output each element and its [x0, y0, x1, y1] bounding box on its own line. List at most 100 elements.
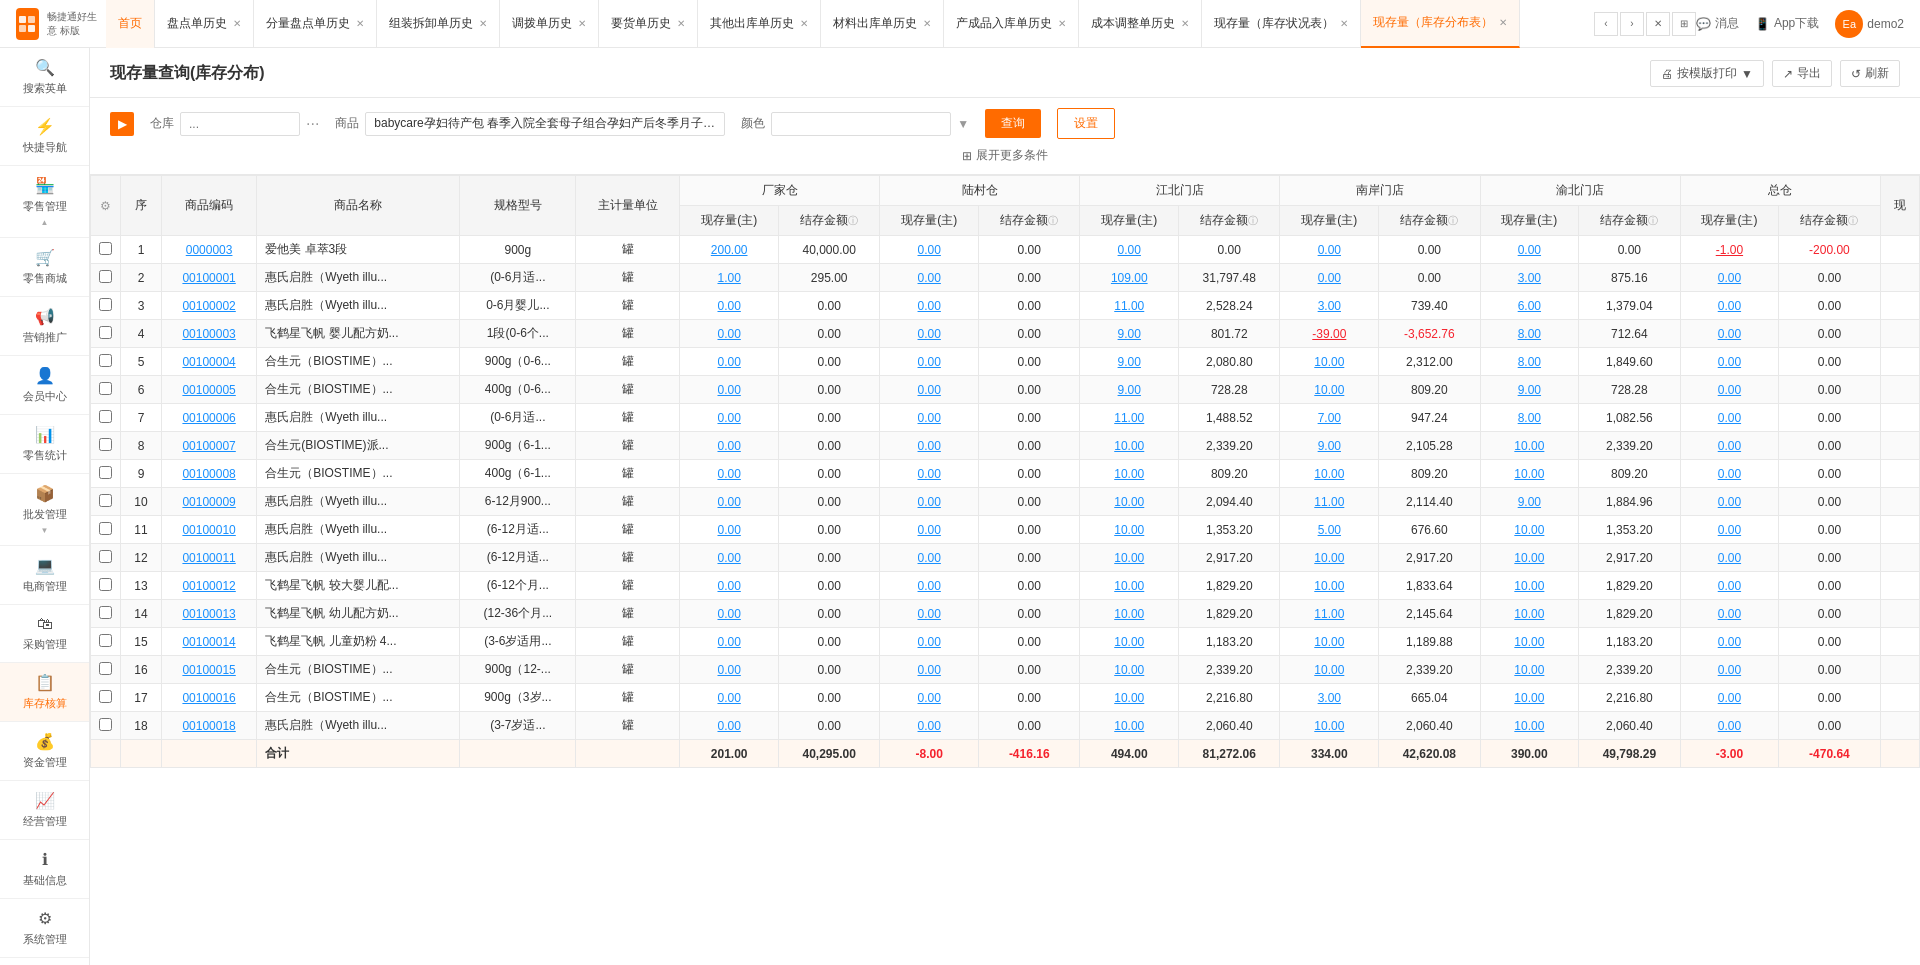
sidebar-item-basic[interactable]: ℹ 基础信息	[0, 840, 89, 899]
refresh-btn[interactable]: ↺ 刷新	[1840, 60, 1900, 87]
cell-checkbox[interactable]	[91, 544, 121, 572]
close-zuchai-icon[interactable]: ✕	[479, 18, 487, 29]
nav-next-btn[interactable]: ›	[1620, 12, 1644, 36]
cell-yubei-amt: 1,379.04	[1579, 292, 1680, 320]
app-download-btn[interactable]: 📱 App下载	[1755, 15, 1819, 32]
export-btn[interactable]: ↗ 导出	[1772, 60, 1832, 87]
warehouse-more-icon[interactable]: ···	[306, 115, 319, 133]
print-btn[interactable]: 🖨 按模版打印 ▼	[1650, 60, 1764, 87]
tab-fenpandian[interactable]: 分量盘点单历史 ✕	[254, 0, 377, 48]
cell-checkbox[interactable]	[91, 600, 121, 628]
sidebar-item-quicknav[interactable]: ⚡ 快捷导航	[0, 107, 89, 166]
color-input[interactable]	[771, 112, 951, 136]
close-diaobo-icon[interactable]: ✕	[578, 18, 586, 29]
tab-cailiao[interactable]: 材料出库单历史 ✕	[821, 0, 944, 48]
sidebar-item-inventory[interactable]: 📋 库存核算	[0, 663, 89, 722]
total-amt-info-icon[interactable]: ⓘ	[1848, 215, 1858, 226]
sidebar-item-retail[interactable]: 🏪 零售管理 ▲	[0, 166, 89, 238]
jiangbei-amt-info-icon[interactable]: ⓘ	[1248, 215, 1258, 226]
tab-yaohuo[interactable]: 要货单历史 ✕	[599, 0, 698, 48]
warehouse-input[interactable]	[180, 112, 300, 136]
sidebar-item-purchase[interactable]: 🛍 采购管理	[0, 605, 89, 663]
cell-unit: 罐	[576, 656, 680, 684]
close-pandian-icon[interactable]: ✕	[233, 18, 241, 29]
close-qita-icon[interactable]: ✕	[800, 18, 808, 29]
message-btn[interactable]: 💬 消息	[1696, 15, 1739, 32]
table-settings-icon[interactable]: ⚙	[100, 199, 111, 213]
user-area[interactable]: Ea demo2	[1835, 10, 1904, 38]
cell-lu-amt: 0.00	[979, 684, 1080, 712]
filter-warehouse: 仓库 ···	[150, 112, 319, 136]
sidebar-item-ecommerce[interactable]: 💻 电商管理	[0, 546, 89, 605]
cell-no: 12	[121, 544, 162, 572]
table-container[interactable]: ⚙ 序 商品编码 商品名称 规格型号 主计量单位 厂家仓 陆村仓 江北门店 南岸…	[90, 175, 1920, 965]
cell-jiangbei-qty: 10.00	[1080, 712, 1179, 740]
cell-unit: 罐	[576, 628, 680, 656]
cell-checkbox[interactable]	[91, 320, 121, 348]
cell-checkbox[interactable]	[91, 264, 121, 292]
cell-factory-qty: 0.00	[680, 600, 779, 628]
cell-checkbox[interactable]	[91, 236, 121, 264]
sidebar-item-finance[interactable]: 💰 资金管理	[0, 722, 89, 781]
filter-toggle-btn[interactable]: ▶	[110, 112, 134, 136]
sidebar-item-business[interactable]: 📈 经营管理	[0, 781, 89, 840]
tab-diaobo[interactable]: 调拨单历史 ✕	[500, 0, 599, 48]
sidebar-wholesale-label: 批发管理	[23, 507, 67, 522]
close-yaohuo-icon[interactable]: ✕	[677, 18, 685, 29]
factory-amt-info-icon[interactable]: ⓘ	[848, 215, 858, 226]
goods-input[interactable]	[365, 112, 725, 136]
tab-xiancun-dist[interactable]: 现存量（库存分布表） ✕	[1361, 0, 1520, 48]
color-dropdown-icon[interactable]: ▼	[957, 117, 969, 131]
sidebar-item-mall[interactable]: 🛒 零售商城	[0, 238, 89, 297]
cell-checkbox[interactable]	[91, 684, 121, 712]
cell-checkbox[interactable]	[91, 488, 121, 516]
close-xiancun-dist-icon[interactable]: ✕	[1499, 17, 1507, 28]
nav-close-btn[interactable]: ✕	[1646, 12, 1670, 36]
sidebar-item-retail-stats[interactable]: 📊 零售统计	[0, 415, 89, 474]
sidebar-item-collab[interactable]: 🤝 企业协同	[0, 958, 89, 965]
sidebar-item-wholesale[interactable]: 📦 批发管理 ▼	[0, 474, 89, 546]
th-settings[interactable]: ⚙	[91, 176, 121, 236]
cell-total-qty: 0.00	[1680, 292, 1779, 320]
cell-checkbox[interactable]	[91, 712, 121, 740]
close-fenpandian-icon[interactable]: ✕	[356, 18, 364, 29]
close-chenben-icon[interactable]: ✕	[1181, 18, 1189, 29]
cell-total-qty: 0.00	[1680, 460, 1779, 488]
sidebar-item-member[interactable]: 👤 会员中心	[0, 356, 89, 415]
tab-qita[interactable]: 其他出库单历史 ✕	[698, 0, 821, 48]
cell-checkbox[interactable]	[91, 432, 121, 460]
sidebar-item-search[interactable]: 🔍 搜索英单	[0, 48, 89, 107]
tab-chengpin[interactable]: 产成品入库单历史 ✕	[944, 0, 1079, 48]
tab-pandian[interactable]: 盘点单历史 ✕	[155, 0, 254, 48]
tab-chenben[interactable]: 成本调整单历史 ✕	[1079, 0, 1202, 48]
cell-factory-qty: 0.00	[680, 432, 779, 460]
lu-amt-info-icon[interactable]: ⓘ	[1048, 215, 1058, 226]
tab-xiancun-status[interactable]: 现存量（库存状况表） ✕	[1202, 0, 1361, 48]
close-xiancun-status-icon[interactable]: ✕	[1340, 18, 1348, 29]
close-chengpin-icon[interactable]: ✕	[1058, 18, 1066, 29]
cell-checkbox[interactable]	[91, 348, 121, 376]
yubei-amt-info-icon[interactable]: ⓘ	[1648, 215, 1658, 226]
cell-checkbox[interactable]	[91, 376, 121, 404]
expand-conditions-btn[interactable]: ⊞ 展开更多条件	[962, 147, 1048, 164]
cell-checkbox[interactable]	[91, 404, 121, 432]
cell-checkbox[interactable]	[91, 516, 121, 544]
tab-zuchaidetach[interactable]: 组装拆卸单历史 ✕	[377, 0, 500, 48]
settings-btn[interactable]: 设置	[1057, 108, 1115, 139]
nanan-amt-info-icon[interactable]: ⓘ	[1448, 215, 1458, 226]
cell-checkbox[interactable]	[91, 628, 121, 656]
cell-checkbox[interactable]	[91, 656, 121, 684]
cell-checkbox[interactable]	[91, 572, 121, 600]
nav-expand-btn[interactable]: ⊞	[1672, 12, 1696, 36]
cell-checkbox[interactable]	[91, 292, 121, 320]
cell-checkbox[interactable]	[91, 460, 121, 488]
close-cailiao-icon[interactable]: ✕	[923, 18, 931, 29]
tab-home[interactable]: 首页	[106, 0, 155, 48]
cell-jiangbei-amt: 1,829.20	[1179, 600, 1280, 628]
sidebar-item-system[interactable]: ⚙ 系统管理	[0, 899, 89, 958]
sidebar-retail-stats-label: 零售统计	[23, 448, 67, 463]
nav-prev-btn[interactable]: ‹	[1594, 12, 1618, 36]
sidebar-item-marketing[interactable]: 📢 营销推广	[0, 297, 89, 356]
query-btn[interactable]: 查询	[985, 109, 1041, 138]
th-unit: 主计量单位	[576, 176, 680, 236]
